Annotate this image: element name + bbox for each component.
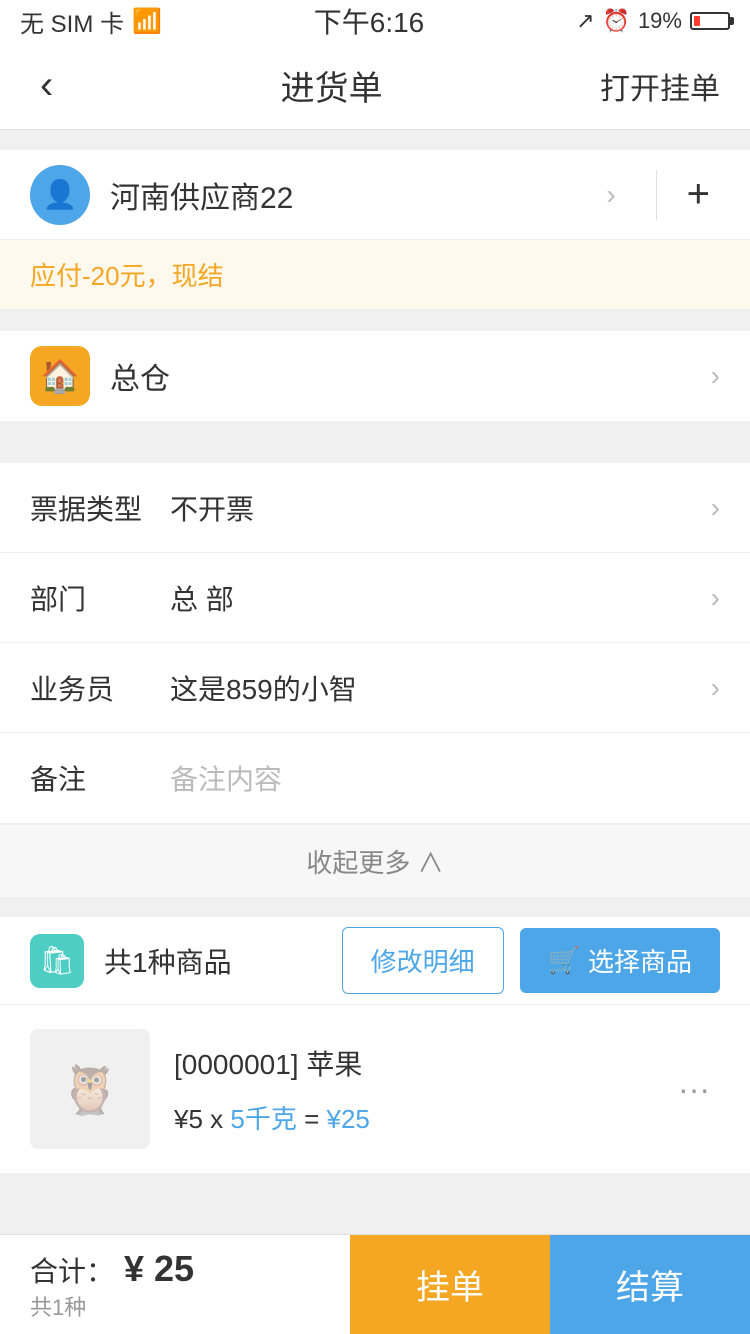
invoice-row[interactable]: 票据类型 不开票 › [0, 463, 750, 553]
bottom-bar: 合计： ¥ 25 共1种 挂单 结算 [0, 1234, 750, 1334]
warehouse-row[interactable]: 🏠 总仓 › [0, 331, 750, 421]
form-section: 票据类型 不开票 › 部门 总 部 › 业务员 这是859的小智 › 备注 备注… [0, 463, 750, 823]
supplier-avatar: 👤 [30, 165, 90, 225]
product-more-button[interactable]: ··· [668, 1061, 720, 1118]
carrier-label: 无 SIM 卡 [20, 4, 124, 39]
remark-row[interactable]: 备注 备注内容 [0, 733, 750, 823]
divider-3 [0, 423, 750, 443]
add-supplier-button[interactable]: + [677, 172, 720, 217]
equals-sign: = [304, 1104, 326, 1134]
battery-percent: 19% [638, 8, 682, 34]
notice-bar: 应付-20元，现结 [0, 240, 750, 309]
price-x: x [210, 1104, 230, 1134]
unit-price: ¥5 [174, 1104, 203, 1134]
select-product-label: 选择商品 [588, 942, 692, 979]
product-cart-icon: 🛍 [30, 934, 84, 988]
select-product-icon: 🛒 [548, 945, 580, 976]
product-thumbnail: 🦉 [30, 1029, 150, 1149]
product-section: 🛍 共1种商品 修改明细 🛒 选择商品 🦉 [0000001] 苹果 ¥5 x … [0, 917, 750, 1174]
invoice-value: 不开票 [170, 488, 711, 528]
department-row[interactable]: 部门 总 部 › [0, 553, 750, 643]
product-info: [0000001] 苹果 ¥5 x 5千克 = ¥25 [174, 1043, 668, 1136]
alarm-icon: ⏰ [603, 8, 630, 34]
total-line: 合计： ¥ 25 [30, 1248, 320, 1290]
status-bar: 无 SIM 卡 📶 下午6:16 ↗ ⏰ 19% [0, 0, 750, 42]
supplier-row[interactable]: 👤 河南供应商22 › + [0, 150, 750, 240]
warehouse-section: 🏠 总仓 › [0, 331, 750, 421]
supplier-name: 河南供应商22 [110, 173, 606, 217]
status-left: 无 SIM 卡 📶 [20, 4, 162, 39]
time-label: 下午6:16 [314, 1, 425, 41]
hang-order-button[interactable]: 挂单 [350, 1235, 550, 1334]
product-count-label: 共1种商品 [104, 941, 342, 981]
warehouse-name: 总仓 [110, 354, 711, 398]
product-title: 苹果 [306, 1049, 362, 1080]
location-icon: ↗ [576, 8, 594, 34]
notice-text: 应付-20元，现结 [30, 261, 224, 291]
status-right: ↗ ⏰ 19% [576, 8, 730, 34]
total-sub: 共1种 [30, 1290, 320, 1322]
divider-1 [0, 130, 750, 150]
total-price: ¥25 [327, 1104, 370, 1134]
quantity: 5千克 [230, 1104, 296, 1134]
collapse-label: 收起更多 ∧ [306, 843, 443, 880]
product-item: 🦉 [0000001] 苹果 ¥5 x 5千克 = ¥25 ··· [0, 1005, 750, 1174]
open-hang-button[interactable]: 打开挂单 [600, 64, 720, 108]
salesperson-value: 这是859的小智 [170, 668, 711, 708]
cart-icon: 🛍 [39, 944, 75, 977]
back-button[interactable]: ‹ [30, 53, 63, 118]
invoice-label: 票据类型 [30, 488, 170, 528]
edit-detail-button[interactable]: 修改明细 [342, 927, 504, 994]
department-chevron-icon: › [711, 582, 720, 614]
owl-icon: 🦉 [60, 1061, 120, 1118]
product-price: ¥5 x 5千克 = ¥25 [174, 1099, 668, 1136]
department-label: 部门 [30, 578, 170, 618]
invoice-chevron-icon: › [711, 492, 720, 524]
total-area: 合计： ¥ 25 共1种 [0, 1235, 350, 1334]
product-name: [0000001] 苹果 [174, 1043, 668, 1083]
warehouse-icon: 🏠 [30, 346, 90, 406]
salesperson-chevron-icon: › [711, 672, 720, 704]
collapse-bar[interactable]: 收起更多 ∧ [0, 825, 750, 897]
warehouse-chevron-icon: › [711, 360, 720, 392]
battery-icon [690, 12, 730, 30]
house-icon: 🏠 [40, 357, 80, 395]
supplier-divider [656, 170, 657, 220]
supplier-section: 👤 河南供应商22 › + 应付-20元，现结 [0, 150, 750, 309]
salesperson-label: 业务员 [30, 668, 170, 708]
total-amount: ¥ 25 [124, 1248, 194, 1290]
department-value: 总 部 [170, 578, 711, 618]
supplier-chevron-icon: › [606, 179, 615, 211]
total-label: 合计： [30, 1250, 114, 1290]
product-code: [0000001] [174, 1049, 299, 1080]
select-product-button[interactable]: 🛒 选择商品 [520, 928, 720, 993]
avatar-icon: 👤 [43, 178, 78, 211]
divider-2 [0, 311, 750, 331]
remark-label: 备注 [30, 758, 170, 798]
checkout-button[interactable]: 结算 [550, 1235, 750, 1334]
wifi-icon: 📶 [132, 7, 162, 36]
page-title: 进货单 [281, 61, 383, 110]
salesperson-row[interactable]: 业务员 这是859的小智 › [0, 643, 750, 733]
nav-bar: ‹ 进货单 打开挂单 [0, 42, 750, 130]
product-header: 🛍 共1种商品 修改明细 🛒 选择商品 [0, 917, 750, 1005]
remark-input[interactable]: 备注内容 [170, 758, 720, 798]
